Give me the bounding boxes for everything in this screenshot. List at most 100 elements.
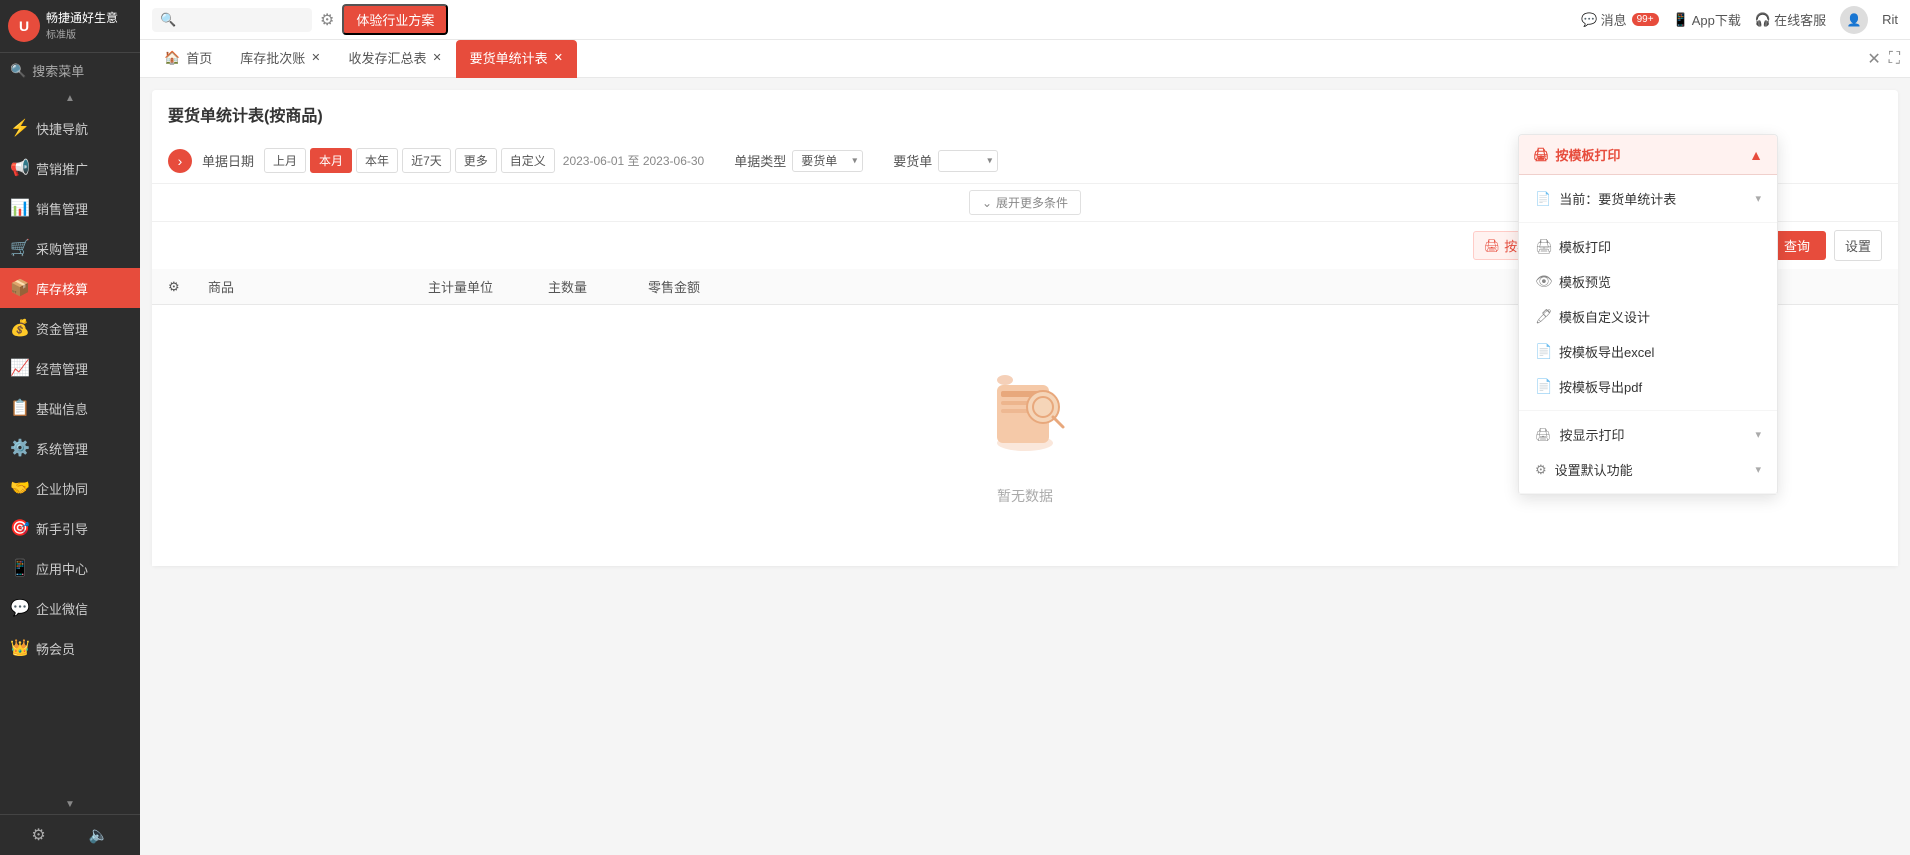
app-name: 畅捷通好生意 xyxy=(46,11,118,27)
date-filter-label: 单据日期 xyxy=(202,151,254,170)
settings-btn[interactable]: 设置 xyxy=(1834,230,1882,261)
system-label: 系统管理 xyxy=(36,439,88,458)
template-preview-icon: 👁 xyxy=(1535,273,1551,290)
apps-label: 应用中心 xyxy=(36,559,88,578)
online-service-item[interactable]: 🎧 在线客服 xyxy=(1755,10,1826,29)
basics-icon: 📋 xyxy=(10,398,30,418)
filter-toggle-btn[interactable]: › xyxy=(168,149,192,173)
th-unit: 主计量单位 xyxy=(428,277,548,296)
topbar-search-icon: 🔍 xyxy=(160,12,176,28)
member-label: 畅会员 xyxy=(36,639,75,658)
sidebar-item-wechat[interactable]: 💬 企业微信 xyxy=(0,588,140,628)
sidebar-item-purchase[interactable]: 🛒 采购管理 xyxy=(0,228,140,268)
type-select[interactable]: 要货单 xyxy=(792,150,863,172)
expand-btn-label: 展开更多条件 xyxy=(996,194,1068,211)
sidebar-item-system[interactable]: ⚙️ 系统管理 xyxy=(0,428,140,468)
template-excel-label: 按模板导出excel xyxy=(1559,342,1654,361)
dropdown-collapse-icon[interactable]: ▲ xyxy=(1749,147,1763,163)
marketing-icon: 📢 xyxy=(10,158,30,178)
yaohuo-filter: 要货单 xyxy=(893,150,998,172)
window-close-icon[interactable]: ✕ xyxy=(1867,49,1880,69)
dropdown-print-icon: 🖨 xyxy=(1533,147,1550,163)
search-icon: 🔍 xyxy=(10,63,26,79)
tab-batch-label: 库存批次账 xyxy=(240,48,305,67)
operations-icon: 📈 xyxy=(10,358,30,378)
shortcuts-icon: ⚡ xyxy=(10,118,30,138)
date-btn-7days[interactable]: 近7天 xyxy=(402,148,451,173)
wechat-icon: 💬 xyxy=(10,598,30,618)
sidebar-item-apps[interactable]: 📱 应用中心 xyxy=(0,548,140,588)
content-area: 要货单统计表(按商品) › 单据日期 上月 本月 本年 近7天 更多 自定义 2… xyxy=(140,78,1910,855)
sound-icon[interactable]: 🔈 xyxy=(89,825,109,845)
trial-button[interactable]: 体验行业方案 xyxy=(342,4,448,35)
inventory-icon: 📦 xyxy=(10,278,30,298)
sidebar-item-basics[interactable]: 📋 基础信息 xyxy=(0,388,140,428)
purchase-icon: 🛒 xyxy=(10,238,30,258)
template-print-icon: 🖨 xyxy=(1535,238,1551,255)
date-btn-more[interactable]: 更多 xyxy=(455,148,497,173)
dropdown-set-default[interactable]: ⚙ 设置默认功能 ▾ xyxy=(1519,452,1777,487)
dropdown-item-template-preview[interactable]: 👁 模板预览 xyxy=(1519,264,1777,299)
date-btn-this-month[interactable]: 本月 xyxy=(310,148,352,173)
tab-order-stats-close[interactable]: ✕ xyxy=(554,51,563,64)
sidebar-item-cooperation[interactable]: 🤝 企业协同 xyxy=(0,468,140,508)
topbar-search-input[interactable] xyxy=(180,13,300,27)
type-filter-label: 单据类型 xyxy=(734,151,786,170)
dropdown-display-print[interactable]: 🖨 按显示打印 ▾ xyxy=(1519,417,1777,452)
sidebar-item-guide[interactable]: 🎯 新手引导 xyxy=(0,508,140,548)
date-btn-custom[interactable]: 自定义 xyxy=(501,148,555,173)
tab-collection[interactable]: 收发存汇总表 ✕ xyxy=(334,40,455,78)
sidebar-item-finance[interactable]: 💰 资金管理 xyxy=(0,308,140,348)
yaohuo-label: 要货单 xyxy=(893,151,932,170)
date-btn-last-month[interactable]: 上月 xyxy=(264,148,306,173)
window-expand-icon[interactable]: ⛶ xyxy=(1889,50,1900,68)
user-avatar[interactable]: 👤 xyxy=(1840,6,1868,34)
finance-label: 资金管理 xyxy=(36,319,88,338)
dropdown-current-item[interactable]: 📄 当前：要货单统计表 ▾ xyxy=(1519,181,1777,216)
tab-home[interactable]: 🏠 首页 xyxy=(150,40,226,78)
dropdown-item-template-pdf[interactable]: 📄 按模板导出pdf xyxy=(1519,369,1777,404)
tab-order-stats[interactable]: 要货单统计表 ✕ xyxy=(456,40,577,78)
sidebar-item-shortcuts[interactable]: ⚡ 快捷导航 xyxy=(0,108,140,148)
inventory-label: 库存核算 xyxy=(36,279,88,298)
marketing-label: 营销推广 xyxy=(36,159,88,178)
sidebar-item-marketing[interactable]: 📢 营销推广 xyxy=(0,148,140,188)
th-amount: 零售金额 xyxy=(648,277,768,296)
messages-item[interactable]: 💬 消息 99+ xyxy=(1581,10,1658,29)
sidebar-item-inventory[interactable]: 📦 库存核算 xyxy=(0,268,140,308)
settings-icon[interactable]: ⚙ xyxy=(31,825,45,845)
dropdown-current-section: 📄 当前：要货单统计表 ▾ xyxy=(1519,175,1777,223)
th-setting[interactable]: ⚙ xyxy=(168,279,208,295)
topbar-gear-icon[interactable]: ⚙ xyxy=(320,10,334,30)
dropdown-item-template-excel[interactable]: 📄 按模板导出excel xyxy=(1519,334,1777,369)
dropdown-header[interactable]: 🖨 按模板打印 ▲ xyxy=(1519,135,1777,175)
member-icon: 👑 xyxy=(10,638,30,658)
set-default-label: 设置默认功能 xyxy=(1555,460,1633,479)
sidebar-item-sales[interactable]: 📊 销售管理 xyxy=(0,188,140,228)
tab-collection-close[interactable]: ✕ xyxy=(432,51,441,64)
service-icon: 🎧 xyxy=(1755,12,1771,28)
sidebar-scroll-up[interactable]: ▲ xyxy=(0,88,140,108)
date-range-display: 2023-06-01 至 2023-06-30 xyxy=(563,152,704,169)
expand-conditions-btn[interactable]: ⌄ 展开更多条件 xyxy=(969,190,1081,215)
apps-icon: 📱 xyxy=(10,558,30,578)
dropdown-title: 按模板打印 xyxy=(1556,145,1621,164)
current-icon: 📄 xyxy=(1535,191,1551,207)
sidebar-item-member[interactable]: 👑 畅会员 xyxy=(0,628,140,668)
dropdown-item-template-design[interactable]: 🖊 模板自定义设计 xyxy=(1519,299,1777,334)
tab-batch[interactable]: 库存批次账 ✕ xyxy=(226,40,334,78)
sidebar-search[interactable]: 🔍 搜索菜单 xyxy=(0,53,140,88)
sidebar-item-operations[interactable]: 📈 经营管理 xyxy=(0,348,140,388)
set-default-icon: ⚙ xyxy=(1535,462,1547,478)
download-icon: 📱 xyxy=(1673,12,1689,28)
empty-illustration xyxy=(975,365,1075,474)
message-icon: 💬 xyxy=(1581,12,1597,28)
yaohuo-select[interactable] xyxy=(938,150,998,172)
date-btn-this-year[interactable]: 本年 xyxy=(356,148,398,173)
app-download-item[interactable]: 📱 App下载 xyxy=(1673,10,1741,29)
tab-batch-close[interactable]: ✕ xyxy=(311,51,320,64)
sidebar-scroll-down[interactable]: ▼ xyxy=(0,794,140,814)
wechat-label: 企业微信 xyxy=(36,599,88,618)
display-print-label: 按显示打印 xyxy=(1560,425,1625,444)
dropdown-item-template-print[interactable]: 🖨 模板打印 xyxy=(1519,229,1777,264)
